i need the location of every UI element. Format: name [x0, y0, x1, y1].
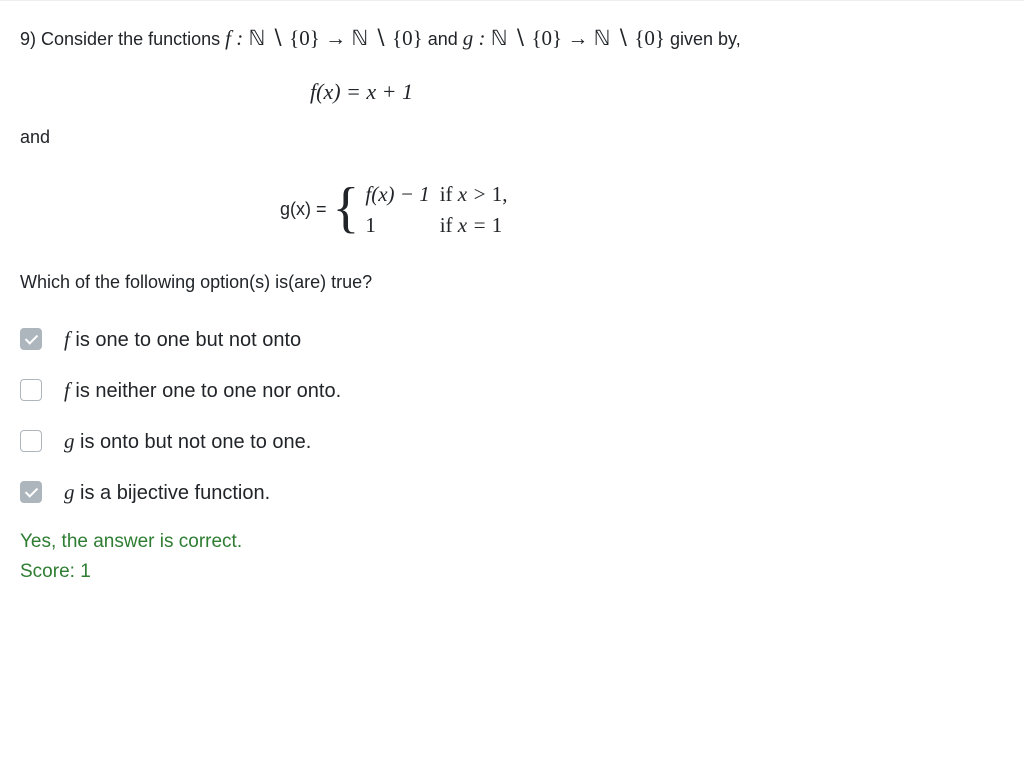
and-inline: and [428, 29, 458, 49]
given-by: given by, [665, 29, 741, 49]
option-1-text: f is one to one but not onto [64, 327, 301, 352]
lead-text: Consider the functions [41, 29, 220, 49]
question-number: 9) [20, 29, 36, 49]
and-line: and [20, 127, 1004, 148]
left-brace-icon: { [333, 180, 360, 236]
case-row-2: 1 if x = 1 [365, 211, 515, 240]
case1-cond-if: if [440, 182, 458, 206]
checkbox-icon[interactable] [20, 379, 42, 401]
f-definition: f(x) = x + 1 [310, 79, 1004, 105]
f-signature-pre: f : [225, 26, 248, 50]
score-label: Score: [20, 561, 80, 582]
arrow-2: → [562, 26, 594, 50]
set-nz-4: ℕ ∖ {0} [594, 26, 665, 50]
options-list: f is one to one but not onto f is neithe… [20, 327, 1004, 505]
feedback-text: Yes, the answer is correct. [20, 531, 1004, 553]
g-definition: g(x) = { f(x) − 1 if x > 1, 1 if x = 1 [280, 178, 1004, 242]
case1-cond: x > [458, 182, 492, 206]
case1-expr: f(x) − 1 [365, 182, 429, 206]
case2-cond: x = [458, 213, 492, 237]
piecewise-cases: f(x) − 1 if x > 1, 1 if x = 1 [363, 178, 517, 242]
option-2-text: f is neither one to one nor onto. [64, 378, 341, 403]
set-nz-1: ℕ ∖ {0} [248, 26, 319, 50]
score-value: 1 [80, 561, 91, 582]
score-line: Score: 1 [20, 561, 1004, 583]
f-def-text: f(x) = x + 1 [310, 79, 413, 104]
case2-cond-if: if [440, 213, 458, 237]
case-row-1: f(x) − 1 if x > 1, [365, 180, 515, 209]
gx-label: g(x) = [280, 199, 327, 220]
case2-expr: 1 [365, 213, 376, 237]
option-2[interactable]: f is neither one to one nor onto. [20, 378, 1004, 403]
option-3[interactable]: g is onto but not one to one. [20, 429, 1004, 454]
checkbox-icon[interactable] [20, 430, 42, 452]
sub-question: Which of the following option(s) is(are)… [20, 272, 1004, 293]
option-4-text: g is a bijective function. [64, 480, 270, 505]
checkbox-icon[interactable] [20, 481, 42, 503]
arrow-1: → [320, 26, 352, 50]
question-stem: 9) Consider the functions f : ℕ ∖ {0} → … [20, 21, 1004, 57]
set-nz-3: ℕ ∖ {0} [491, 26, 562, 50]
question-page: 9) Consider the functions f : ℕ ∖ {0} → … [0, 0, 1024, 779]
checkbox-icon[interactable] [20, 328, 42, 350]
g-signature-pre: g : [463, 26, 491, 50]
option-1[interactable]: f is one to one but not onto [20, 327, 1004, 352]
set-nz-2: ℕ ∖ {0} [351, 26, 422, 50]
option-4[interactable]: g is a bijective function. [20, 480, 1004, 505]
option-3-text: g is onto but not one to one. [64, 429, 311, 454]
